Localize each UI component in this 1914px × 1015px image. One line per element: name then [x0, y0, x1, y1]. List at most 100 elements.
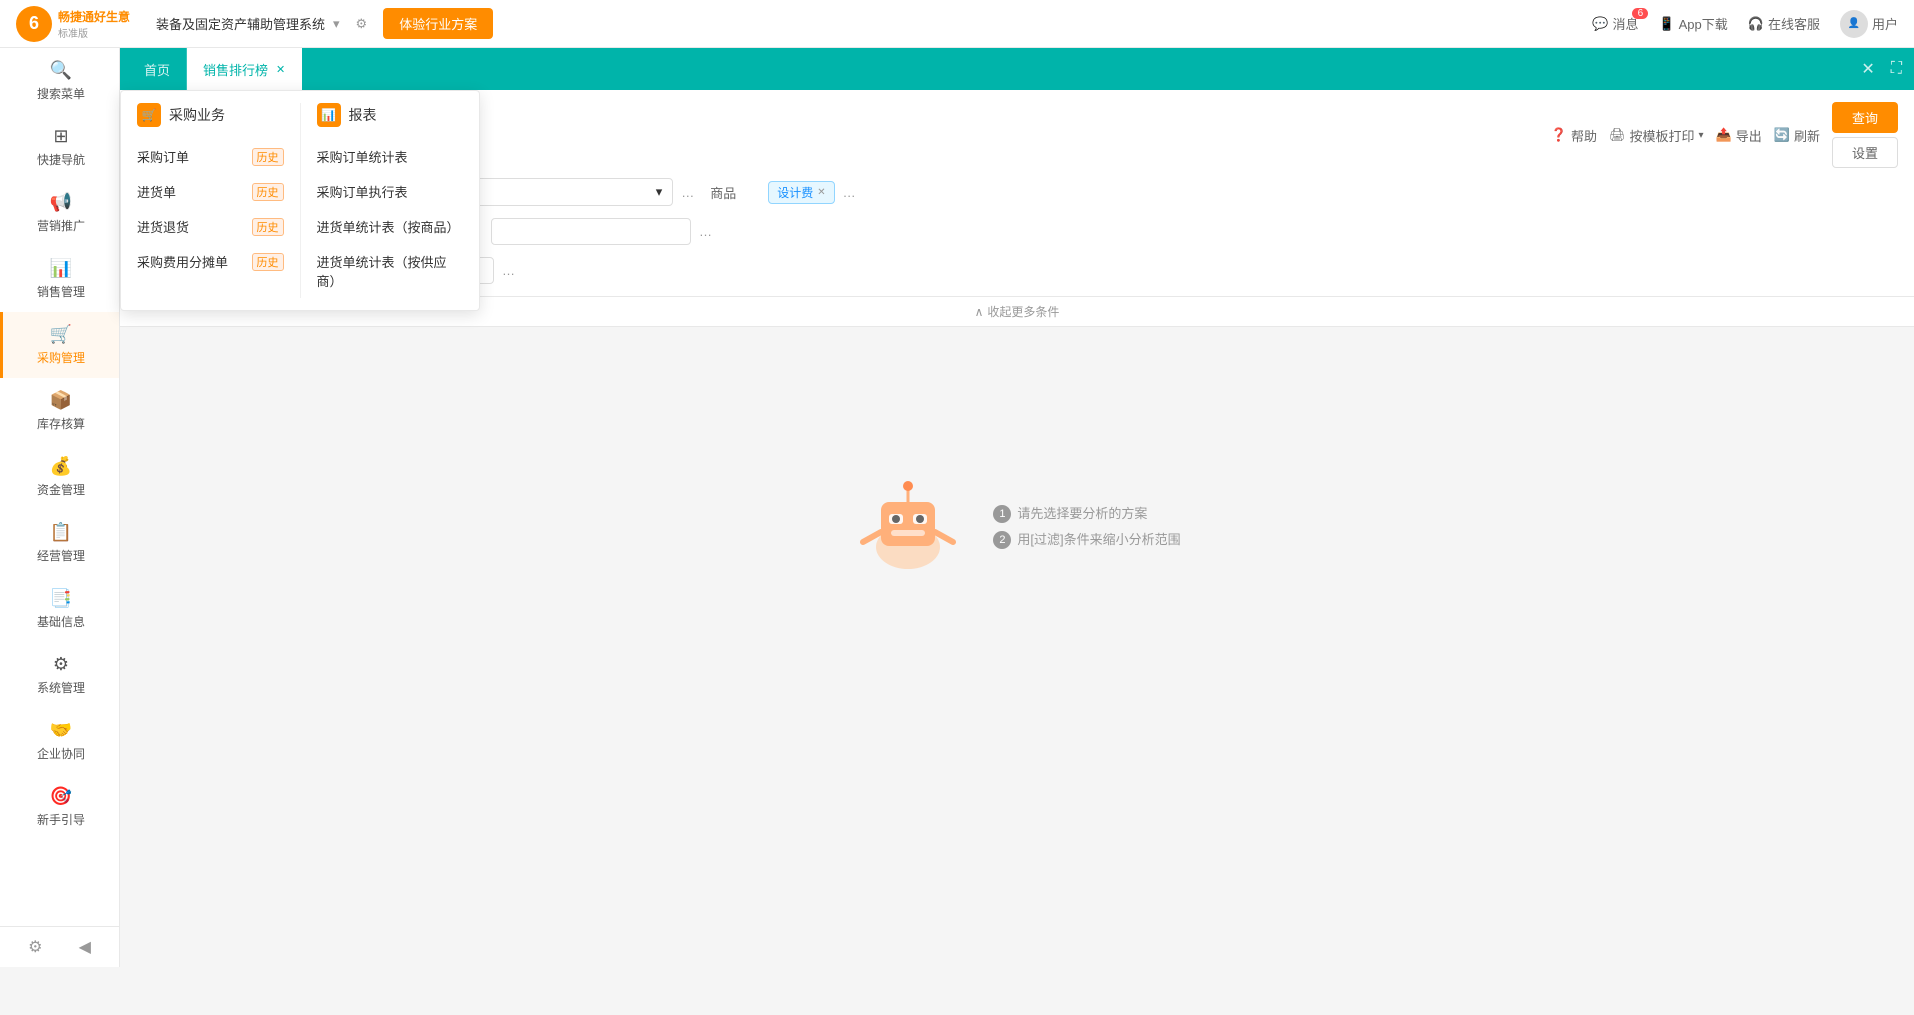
refresh-icon: 🔄	[1774, 127, 1790, 143]
sidebar-item-purchase[interactable]: 🛒 采购管理	[0, 312, 119, 378]
sidebar-label: 资金管理	[37, 481, 85, 498]
purchase-dropdown-menu: 🛒 采购业务 采购订单 历史 进货单 历史 进货退货 历史 采购费用分摊单 历史	[120, 90, 480, 311]
phone-icon: 📱	[1658, 16, 1674, 32]
app-download-button[interactable]: 📱 App下载	[1658, 14, 1727, 33]
header-gear-icon[interactable]: ⚙	[356, 16, 368, 32]
purchase-col-icon: 🛒	[137, 103, 161, 127]
sidebar-item-sales[interactable]: 📊 销售管理	[0, 246, 119, 312]
sidebar-item-inventory[interactable]: 📦 库存核算	[0, 378, 119, 444]
inventory-icon: 📦	[50, 390, 72, 411]
grid-icon: ⊞	[53, 126, 68, 147]
help-button[interactable]: ❓ 帮助	[1551, 126, 1597, 145]
salesman-select[interactable]	[491, 218, 691, 245]
sidebar-item-operations[interactable]: 📋 经营管理	[0, 510, 119, 576]
goods-tag-close[interactable]: ✕	[817, 187, 825, 198]
system-icon: ⚙	[53, 654, 69, 675]
print-icon: 🖨	[1609, 127, 1626, 143]
dropdown-columns: 🛒 采购业务 采购订单 历史 进货单 历史 进货退货 历史 采购费用分摊单 历史	[121, 103, 479, 298]
header-right: 💬 消息 6 📱 App下载 🎧 在线客服 👤 用户	[1592, 10, 1898, 38]
export-button[interactable]: 📤 导出	[1716, 126, 1762, 145]
sidebar-label: 系统管理	[37, 679, 85, 696]
tab-home[interactable]: 首页	[128, 48, 187, 90]
tab-bar: 首页 销售排行榜 ✕ ✕ ⛶	[120, 48, 1914, 90]
dropdown-item-purchase-order[interactable]: 采购订单 历史	[137, 139, 284, 174]
sidebar-item-quick-nav[interactable]: ⊞ 快捷导航	[0, 114, 119, 180]
sidebar-item-guide[interactable]: 🎯 新手引导	[0, 774, 119, 840]
history-badge-purchase-expense: 历史	[252, 253, 284, 271]
sidebar-label: 搜索菜单	[37, 85, 85, 102]
sidebar: 🔍 搜索菜单 ⊞ 快捷导航 📢 营销推广 📊 销售管理 🛒 采购管理 📦 库存核…	[0, 48, 120, 967]
sidebar-collapse-button[interactable]: ◀	[79, 937, 91, 957]
finance-icon: 💰	[50, 456, 72, 477]
avatar: 👤	[1840, 10, 1868, 38]
message-button[interactable]: 💬 消息 6	[1592, 14, 1638, 33]
sidebar-item-base-info[interactable]: 📑 基础信息	[0, 576, 119, 642]
online-service-button[interactable]: 🎧 在线客服	[1748, 14, 1820, 33]
sidebar-bottom: ⚙ ◀	[0, 926, 119, 967]
step-1-num: 1	[993, 505, 1011, 523]
tab-close-icon[interactable]: ✕	[276, 63, 285, 76]
robot-svg	[853, 472, 963, 582]
dropdown-purchase-col: 🛒 采购业务 采购订单 历史 进货单 历史 进货退货 历史 采购费用分摊单 历史	[121, 103, 300, 298]
goods-tag-label: 设计费	[777, 184, 813, 201]
dropdown-item-goods-in-stats-supplier[interactable]: 进货单统计表（按供应商）	[317, 244, 464, 298]
help-icon: ❓	[1551, 127, 1567, 143]
dropdown-report-col: 📊 报表 采购订单统计表 采购订单执行表 进货单统计表（按商品） 进货单统计表（…	[300, 103, 480, 298]
dropdown-item-purchase-order-exec[interactable]: 采购订单执行表	[317, 174, 464, 209]
settings-button[interactable]: 设置	[1832, 137, 1898, 168]
sidebar-item-enterprise[interactable]: 🤝 企业协同	[0, 708, 119, 774]
step-1-text: 请先选择要分析的方案	[1017, 501, 1147, 527]
sidebar-label: 基础信息	[37, 613, 85, 630]
customer-dots[interactable]: …	[502, 263, 515, 278]
dropdown-item-goods-in-stats-goods[interactable]: 进货单统计表（按商品）	[317, 209, 464, 244]
dropdown-item-goods-return[interactable]: 进货退货 历史	[137, 209, 284, 244]
sidebar-settings-button[interactable]: ⚙	[28, 937, 42, 957]
system-arrow-icon[interactable]: ▾	[333, 16, 340, 32]
guide-icon: 🎯	[50, 786, 72, 807]
report-col-title: 报表	[349, 105, 377, 125]
logo-icon: 6	[16, 6, 52, 42]
enterprise-icon: 🤝	[50, 720, 72, 741]
report-col-icon: 📊	[317, 103, 341, 127]
sidebar-item-marketing[interactable]: 📢 营销推广	[0, 180, 119, 246]
dropdown-item-purchase-expense[interactable]: 采购费用分摊单 历史	[137, 244, 284, 279]
header-center: 装备及固定资产辅助管理系统 ▾ ⚙ 体验行业方案	[156, 8, 1592, 39]
collapse-up-icon: ∧	[975, 305, 984, 319]
empty-state: 1 请先选择要分析的方案 2 用[过滤]条件来缩小分析范围	[120, 327, 1914, 727]
history-badge-goods-in: 历史	[252, 183, 284, 201]
tab-expand-icon[interactable]: ⛶	[1887, 56, 1906, 82]
query-button[interactable]: 查询	[1832, 102, 1898, 133]
print-button[interactable]: 🖨 按模板打印 ▾	[1609, 126, 1704, 145]
sidebar-item-finance[interactable]: 💰 资金管理	[0, 444, 119, 510]
tab-close-all-icon[interactable]: ✕	[1857, 55, 1878, 83]
operations-icon: 📋	[50, 522, 72, 543]
user-menu-button[interactable]: 👤 用户	[1840, 10, 1898, 38]
tab-sales-rank-label: 销售排行榜	[203, 60, 268, 79]
goods-filter-group: 商品 设计费 ✕ …	[710, 181, 855, 204]
dropdown-item-goods-in[interactable]: 进货单 历史	[137, 174, 284, 209]
message-icon: 💬	[1592, 16, 1608, 32]
headset-icon: 🎧	[1748, 16, 1764, 32]
search-icon: 🔍	[50, 60, 72, 81]
tab-sales-rank[interactable]: 销售排行榜 ✕	[187, 48, 302, 90]
dropdown-item-purchase-order-stats[interactable]: 采购订单统计表	[317, 139, 464, 174]
refresh-button[interactable]: 🔄 刷新	[1774, 126, 1820, 145]
goods-tag: 设计费 ✕	[768, 181, 834, 204]
collapse-label: 收起更多条件	[987, 303, 1059, 320]
sidebar-item-system[interactable]: ⚙ 系统管理	[0, 642, 119, 708]
voucher-status-select[interactable]: ▾	[473, 178, 673, 206]
print-arrow-icon: ▾	[1699, 130, 1704, 141]
salesman-dots[interactable]: …	[699, 224, 712, 239]
voucher-status-dots[interactable]: …	[681, 185, 694, 200]
sidebar-label: 企业协同	[37, 745, 85, 762]
sales-icon: 📊	[50, 258, 72, 279]
sidebar-label: 采购管理	[37, 349, 85, 366]
header: 6 畅捷通好生意 标准版 装备及固定资产辅助管理系统 ▾ ⚙ 体验行业方案 💬 …	[0, 0, 1914, 48]
select-arrow-icon: ▾	[656, 184, 663, 200]
sidebar-label: 新手引导	[37, 811, 85, 828]
sidebar-item-search[interactable]: 🔍 搜索菜单	[0, 48, 119, 114]
goods-dots[interactable]: …	[843, 185, 856, 200]
step-2-text: 用[过滤]条件来缩小分析范围	[1017, 527, 1180, 553]
industry-button[interactable]: 体验行业方案	[383, 8, 493, 39]
marketing-icon: 📢	[50, 192, 72, 213]
